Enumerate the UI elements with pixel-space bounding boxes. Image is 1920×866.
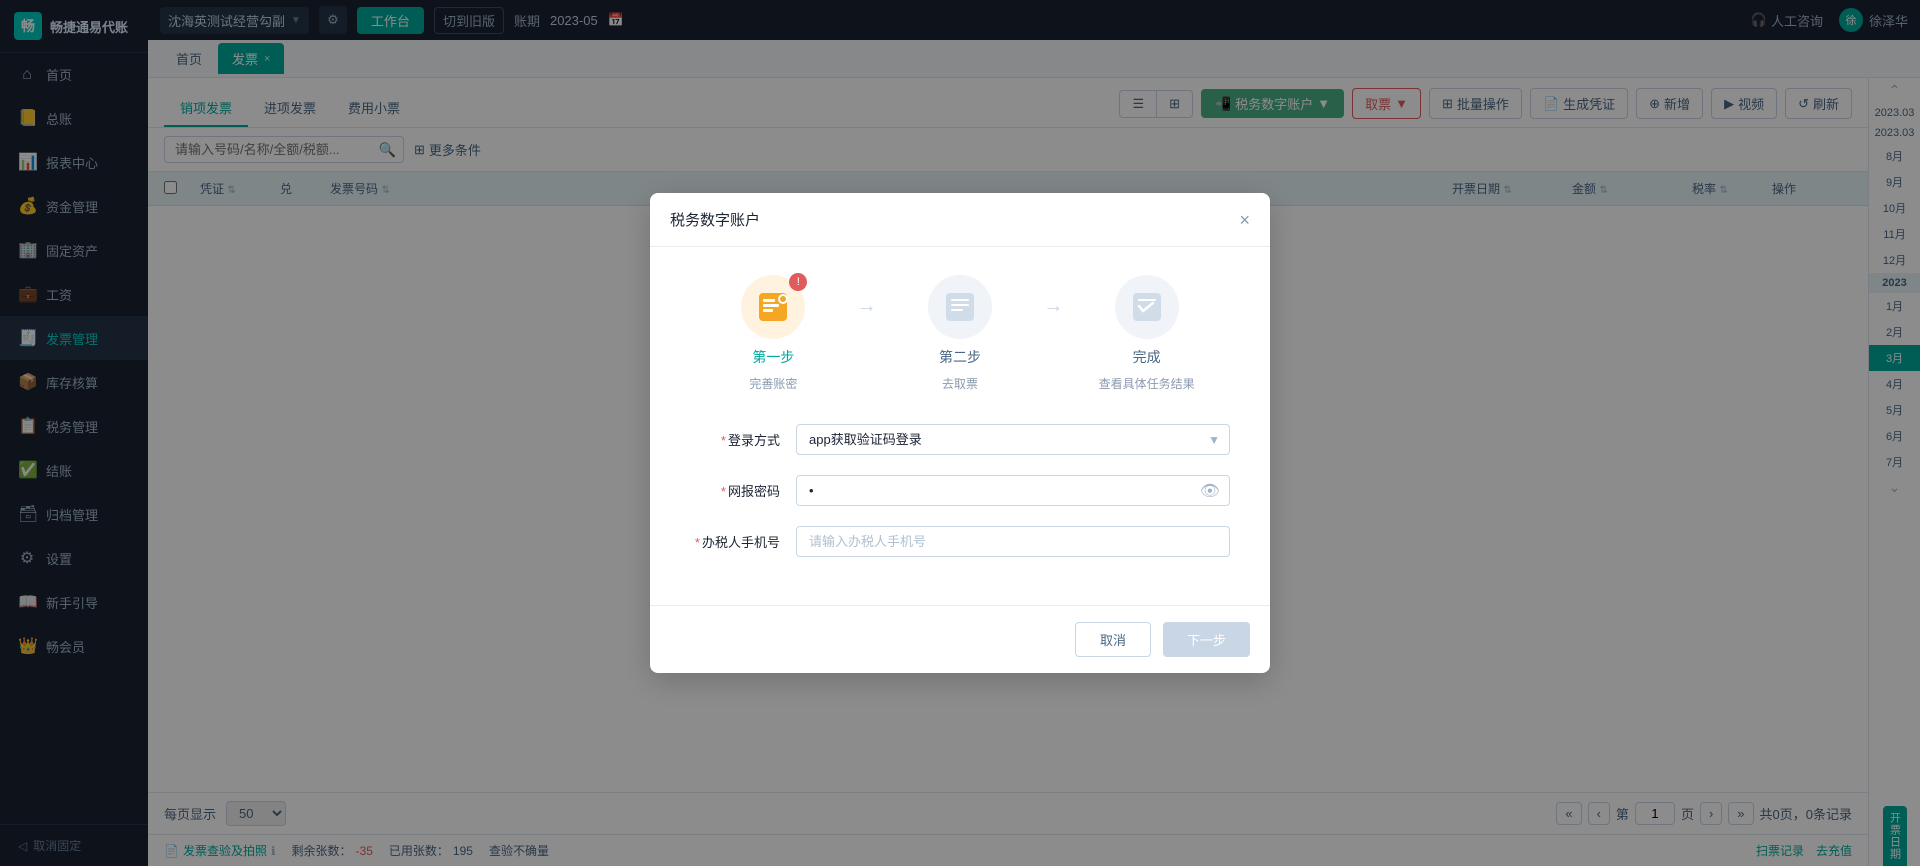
arrow-1: → bbox=[857, 275, 877, 318]
step-3: 完成 查看具体任务结果 bbox=[1063, 275, 1230, 392]
step-1-svg bbox=[755, 289, 791, 325]
modal-header: 税务数字账户 × bbox=[650, 193, 1270, 247]
step-1-error-badge: ! bbox=[789, 273, 807, 291]
login-method-select[interactable]: app获取验证码登录 账号密码登录 bbox=[796, 424, 1230, 455]
phone-label: 办税人手机号 bbox=[690, 532, 780, 551]
step-2-icon-wrap bbox=[928, 275, 992, 339]
login-method-label: 登录方式 bbox=[690, 430, 780, 449]
password-row: 网报密码 👁 bbox=[690, 475, 1230, 506]
cancel-button[interactable]: 取消 bbox=[1075, 622, 1151, 657]
arrow-2: → bbox=[1043, 275, 1063, 318]
phone-input[interactable] bbox=[796, 526, 1230, 557]
modal-body: ! 第一步 完善账密 → bbox=[650, 247, 1270, 605]
password-label: 网报密码 bbox=[690, 481, 780, 500]
step-2: 第二步 去取票 bbox=[877, 275, 1044, 392]
login-method-control: app获取验证码登录 账号密码登录 ▼ bbox=[796, 424, 1230, 455]
step-2-subtitle: 去取票 bbox=[942, 375, 978, 392]
step-3-svg bbox=[1129, 289, 1165, 325]
steps-container: ! 第一步 完善账密 → bbox=[690, 275, 1230, 392]
step-3-icon-wrap bbox=[1115, 275, 1179, 339]
modal-overlay: 税务数字账户 × bbox=[0, 0, 1920, 866]
next-button[interactable]: 下一步 bbox=[1163, 622, 1250, 657]
password-input[interactable] bbox=[796, 475, 1230, 506]
phone-row: 办税人手机号 bbox=[690, 526, 1230, 557]
toggle-password-icon[interactable]: 👁 bbox=[1200, 481, 1220, 501]
step-3-title: 完成 bbox=[1133, 347, 1161, 367]
password-control: 👁 bbox=[796, 475, 1230, 506]
step-2-icon bbox=[928, 275, 992, 339]
step-1: ! 第一步 完善账密 bbox=[690, 275, 857, 392]
tax-digital-modal: 税务数字账户 × bbox=[650, 193, 1270, 673]
modal-close-button[interactable]: × bbox=[1239, 211, 1250, 229]
step-1-title: 第一步 bbox=[752, 347, 794, 367]
step-3-icon bbox=[1115, 275, 1179, 339]
modal-title: 税务数字账户 bbox=[670, 209, 760, 230]
step-2-title: 第二步 bbox=[939, 347, 981, 367]
phone-control bbox=[796, 526, 1230, 557]
step-1-subtitle: 完善账密 bbox=[749, 375, 797, 392]
step-1-icon-wrap: ! bbox=[741, 275, 805, 339]
step-3-subtitle: 查看具体任务结果 bbox=[1099, 375, 1195, 392]
step-1-icon: ! bbox=[741, 275, 805, 339]
modal-footer: 取消 下一步 bbox=[650, 605, 1270, 673]
login-method-row: 登录方式 app获取验证码登录 账号密码登录 ▼ bbox=[690, 424, 1230, 455]
step-2-svg bbox=[942, 289, 978, 325]
